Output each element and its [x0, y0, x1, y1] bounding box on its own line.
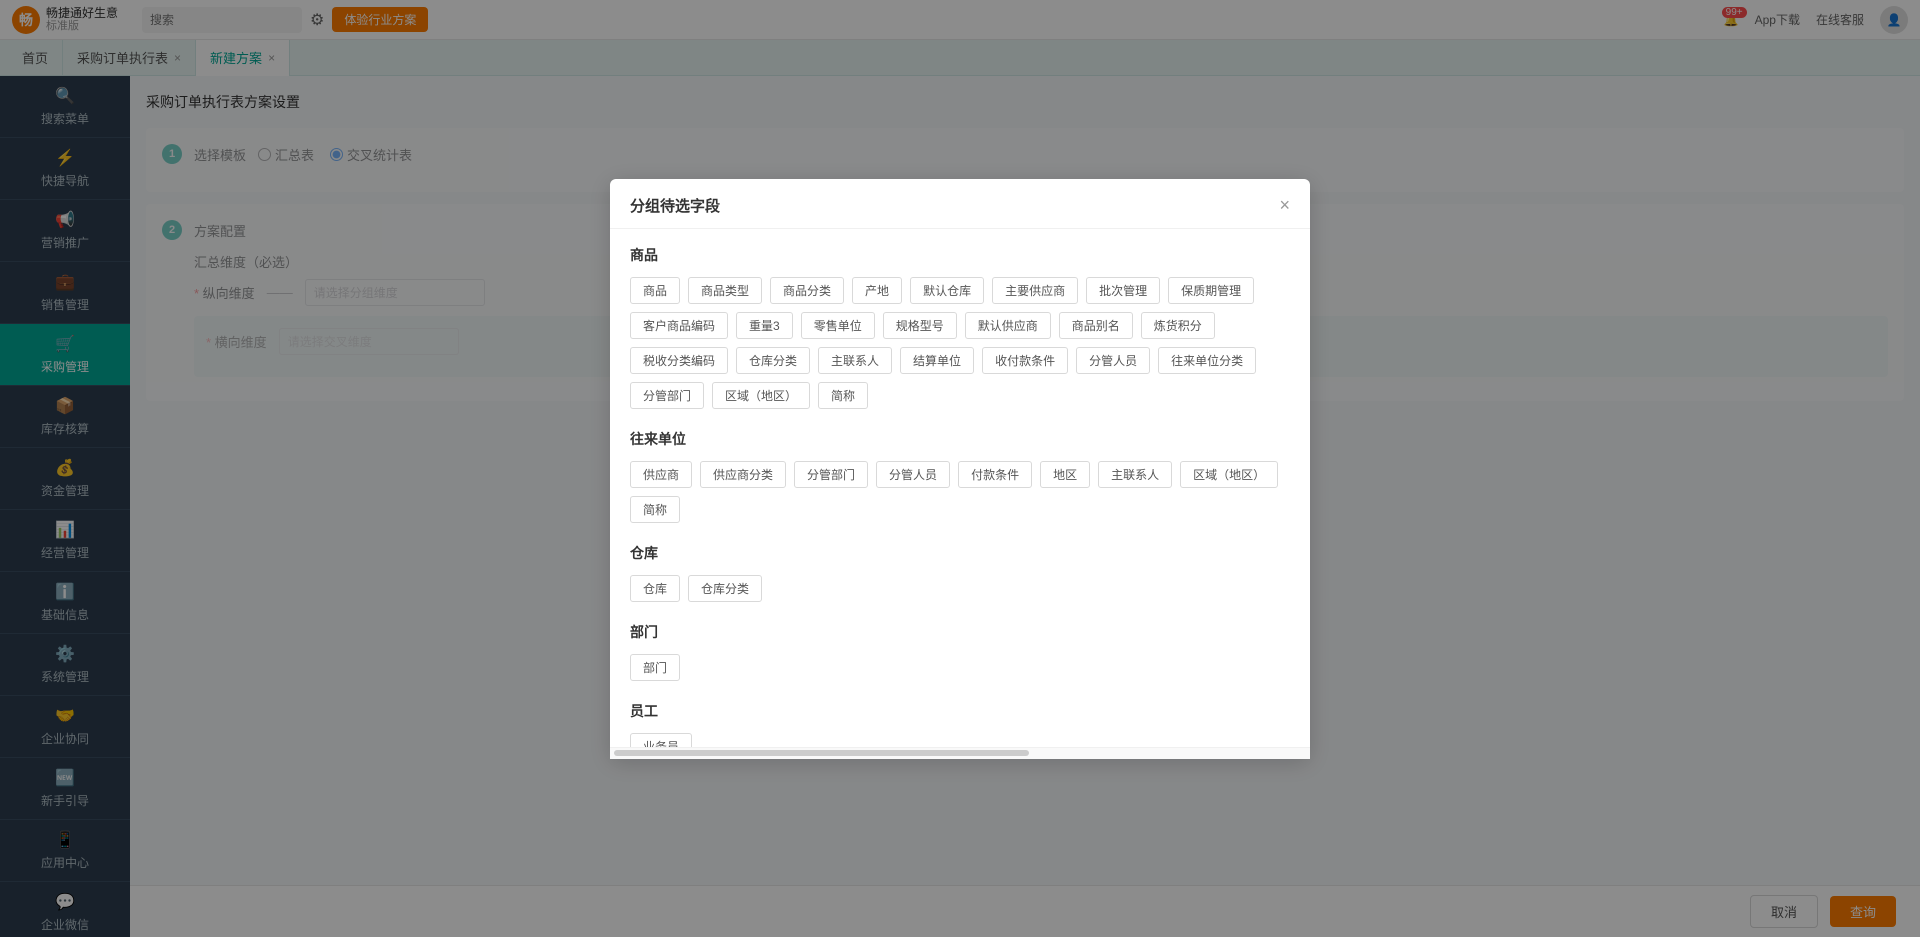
field-tag-default-warehouse[interactable]: 默认仓库 — [910, 277, 984, 304]
modal-body[interactable]: 商品 商品 商品类型 商品分类 产地 默认仓库 主要供应商 批次管理 保质期管理… — [610, 229, 1310, 747]
field-tag-tax-code[interactable]: 税收分类编码 — [630, 347, 728, 374]
hscroll-thumb[interactable] — [614, 750, 1029, 756]
field-tag-spec-model[interactable]: 规格型号 — [883, 312, 957, 339]
field-tag-batch[interactable]: 批次管理 — [1086, 277, 1160, 304]
field-select-modal: 分组待选字段 × 商品 商品 商品类型 商品分类 产地 默认仓库 主要供应商 批… — [610, 179, 1310, 759]
field-tag-payment-terms[interactable]: 收付款条件 — [982, 347, 1068, 374]
field-tag-origin[interactable]: 产地 — [852, 277, 902, 304]
section-department: 部门 部门 — [630, 622, 1290, 681]
modal-title: 分组待选字段 — [630, 195, 720, 216]
section-product-tags: 商品 商品类型 商品分类 产地 默认仓库 主要供应商 批次管理 保质期管理 客户… — [630, 277, 1290, 409]
field-tag-dept[interactable]: 分管部门 — [630, 382, 704, 409]
section-partner-title: 往来单位 — [630, 429, 1290, 449]
field-tag-short-name[interactable]: 简称 — [630, 496, 680, 523]
field-tag-area[interactable]: 地区 — [1040, 461, 1090, 488]
section-employee: 员工 业务员 — [630, 701, 1290, 747]
field-tag-supplier[interactable]: 供应商 — [630, 461, 692, 488]
field-tag-points[interactable]: 炼货积分 — [1141, 312, 1215, 339]
field-tag-warehouse[interactable]: 仓库 — [630, 575, 680, 602]
section-department-title: 部门 — [630, 622, 1290, 642]
field-tag-supervisor[interactable]: 分管人员 — [1076, 347, 1150, 374]
field-tag-product-category[interactable]: 商品分类 — [770, 277, 844, 304]
section-product-title: 商品 — [630, 245, 1290, 265]
field-tag-manage-staff[interactable]: 分管人员 — [876, 461, 950, 488]
section-department-tags: 部门 — [630, 654, 1290, 681]
field-tag-main-supplier[interactable]: 主要供应商 — [992, 277, 1078, 304]
modal-close-btn[interactable]: × — [1279, 196, 1290, 214]
field-tag-pay-terms[interactable]: 付款条件 — [958, 461, 1032, 488]
field-tag-product-alias[interactable]: 商品别名 — [1059, 312, 1133, 339]
section-warehouse: 仓库 仓库 仓库分类 — [630, 543, 1290, 602]
field-tag-department[interactable]: 部门 — [630, 654, 680, 681]
field-tag-manage-dept[interactable]: 分管部门 — [794, 461, 868, 488]
field-tag-primary-contact[interactable]: 主联系人 — [1098, 461, 1172, 488]
modal-header: 分组待选字段 × — [610, 179, 1310, 229]
field-tag-region2[interactable]: 区域（地区） — [1180, 461, 1278, 488]
section-employee-tags: 业务员 — [630, 733, 1290, 747]
modal-overlay: 分组待选字段 × 商品 商品 商品类型 商品分类 产地 默认仓库 主要供应商 批… — [0, 0, 1920, 937]
section-partner: 往来单位 供应商 供应商分类 分管部门 分管人员 付款条件 地区 主联系人 区域… — [630, 429, 1290, 523]
section-product: 商品 商品 商品类型 商品分类 产地 默认仓库 主要供应商 批次管理 保质期管理… — [630, 245, 1290, 409]
section-warehouse-title: 仓库 — [630, 543, 1290, 563]
field-tag-warehouse-cat[interactable]: 仓库分类 — [688, 575, 762, 602]
field-tag-product-type[interactable]: 商品类型 — [688, 277, 762, 304]
field-tag-region[interactable]: 区域（地区） — [712, 382, 810, 409]
field-tag-settlement-unit[interactable]: 结算单位 — [900, 347, 974, 374]
field-tag-abbr[interactable]: 简称 — [818, 382, 868, 409]
section-warehouse-tags: 仓库 仓库分类 — [630, 575, 1290, 602]
field-tag-retail-unit[interactable]: 零售单位 — [801, 312, 875, 339]
field-tag-main-contact[interactable]: 主联系人 — [818, 347, 892, 374]
field-tag-product[interactable]: 商品 — [630, 277, 680, 304]
modal-hscroll[interactable] — [610, 747, 1310, 759]
field-tag-shelf-life[interactable]: 保质期管理 — [1168, 277, 1254, 304]
field-tag-customer-code[interactable]: 客户商品编码 — [630, 312, 728, 339]
field-tag-supplier-category[interactable]: 供应商分类 — [700, 461, 786, 488]
section-partner-tags: 供应商 供应商分类 分管部门 分管人员 付款条件 地区 主联系人 区域（地区） … — [630, 461, 1290, 523]
field-tag-warehouse-category[interactable]: 仓库分类 — [736, 347, 810, 374]
field-tag-weight[interactable]: 重量3 — [736, 312, 793, 339]
field-tag-default-supplier[interactable]: 默认供应商 — [965, 312, 1051, 339]
field-tag-salesperson[interactable]: 业务员 — [630, 733, 692, 747]
section-employee-title: 员工 — [630, 701, 1290, 721]
field-tag-partner-category[interactable]: 往来单位分类 — [1158, 347, 1256, 374]
